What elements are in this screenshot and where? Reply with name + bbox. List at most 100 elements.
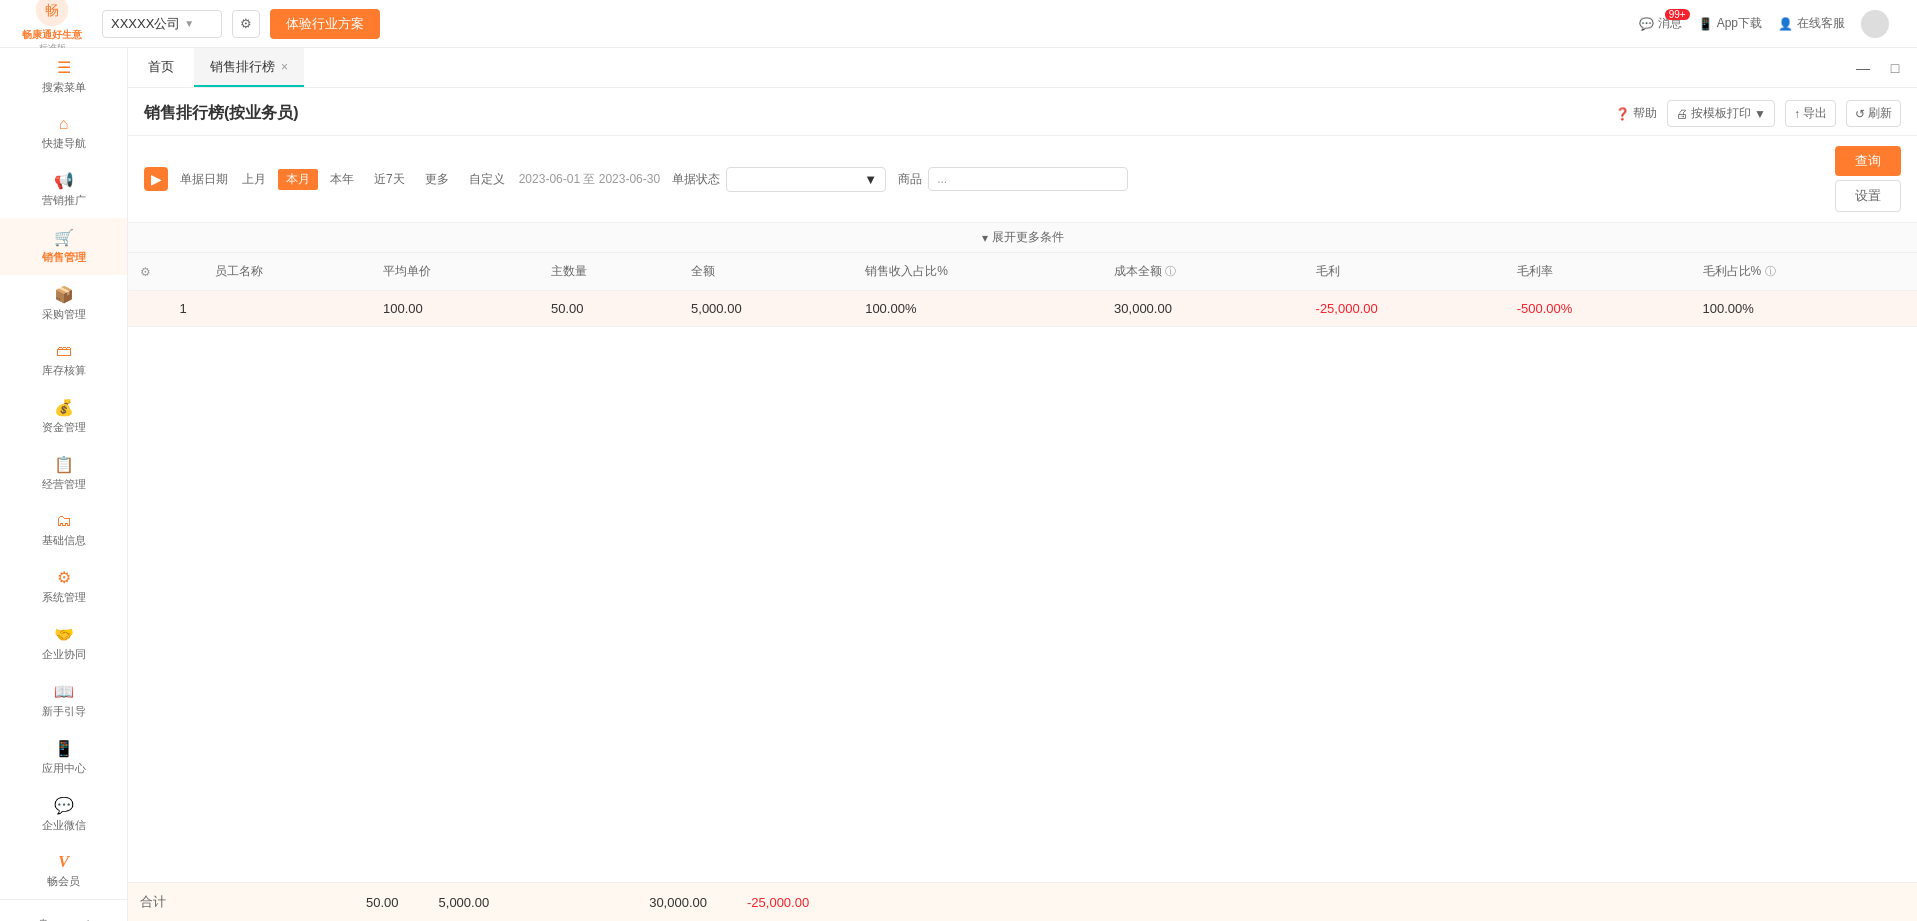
- content-area: 首页 销售排行榜 × — □ 销售排行榜(按业务员): [128, 48, 1917, 921]
- chevron-down-icon: ▼: [184, 18, 194, 29]
- page-header: 销售排行榜(按业务员) ❓ 帮助 🖨 按模板打印 ▼ ↑: [128, 88, 1917, 136]
- sidebar-item-quick-nav[interactable]: ⌂ 快捷导航: [0, 105, 127, 161]
- col-avg-price: 平均单价: [371, 253, 539, 291]
- footer-cost: 30,000.00: [649, 895, 707, 910]
- expand-icon: ▾: [982, 231, 988, 245]
- logo: 畅 畅康通好生意 标准版: [12, 0, 92, 55]
- sidebar-settings-icon[interactable]: ⚙: [30, 910, 58, 921]
- tab-minimize-btn[interactable]: —: [1851, 56, 1875, 80]
- tab-close-icon[interactable]: ×: [281, 60, 288, 74]
- company-selector[interactable]: XXXXX公司 ▼: [102, 10, 222, 38]
- row-settings-cell: [128, 291, 163, 327]
- tab-maximize-btn[interactable]: □: [1883, 56, 1907, 80]
- date-filter-group: 单据日期 上月 本月 本年 近7天 更多 自定义 2023-06-01 至 20…: [180, 169, 660, 190]
- system-icon: ⚙: [57, 568, 71, 587]
- marketing-icon: 📢: [54, 171, 74, 190]
- main-content: 销售排行榜(按业务员) ❓ 帮助 🖨 按模板打印 ▼ ↑: [128, 88, 1917, 921]
- row-qty: 50.00: [539, 291, 679, 327]
- table-container: ⚙ 员工名称 平均单价 主数量 全额 销售收入占比% 成本全额 ⓘ: [128, 253, 1917, 882]
- col-settings-icon[interactable]: ⚙: [128, 253, 163, 291]
- help-icon: ❓: [1615, 107, 1630, 121]
- profit-pct-info-icon[interactable]: ⓘ: [1765, 265, 1776, 277]
- goods-input[interactable]: ...: [928, 167, 1128, 191]
- company-name: XXXXX公司: [111, 15, 180, 33]
- sidebar-item-sales[interactable]: 🛒 销售管理: [0, 218, 127, 275]
- date-range: 2023-06-01 至 2023-06-30: [519, 171, 660, 188]
- vip-icon: V: [58, 853, 69, 871]
- print-button[interactable]: 🖨 按模板打印 ▼: [1667, 100, 1775, 127]
- export-button[interactable]: ↑ 导出: [1785, 100, 1836, 127]
- sidebar-item-marketing[interactable]: 📢 营销推广: [0, 161, 127, 218]
- sidebar-item-system[interactable]: ⚙ 系统管理: [0, 558, 127, 615]
- cost-info-icon[interactable]: ⓘ: [1165, 265, 1176, 277]
- date-tab-7days[interactable]: 近7天: [366, 169, 413, 190]
- top-bar-right: 💬 消息 99+ 📱 App下载 👤 在线客服: [1639, 10, 1905, 38]
- trial-button[interactable]: 体验行业方案: [270, 9, 380, 39]
- sidebar-item-onboarding[interactable]: 📖 新手引导: [0, 672, 127, 729]
- sidebar-item-enterprise-wechat[interactable]: 💬 企业微信: [0, 786, 127, 843]
- table-footer: 合计 50.00 5,000.00 30,000.00 -25,000.00: [128, 882, 1917, 921]
- sidebar-item-purchase[interactable]: 📦 采购管理: [0, 275, 127, 332]
- svg-text:畅: 畅: [45, 2, 59, 18]
- sidebar-item-basic-info[interactable]: 🗂 基础信息: [0, 502, 127, 558]
- purchase-icon: 📦: [54, 285, 74, 304]
- message-button[interactable]: 💬 消息 99+: [1639, 15, 1682, 32]
- operation-icon: 📋: [54, 455, 74, 474]
- header-actions: ❓ 帮助 🖨 按模板打印 ▼ ↑ 导出 ↺: [1615, 100, 1901, 127]
- date-tab-last-month[interactable]: 上月: [234, 169, 274, 190]
- column-settings-button[interactable]: 设置: [1835, 180, 1901, 212]
- sidebar-item-operation[interactable]: 📋 经营管理: [0, 445, 127, 502]
- home-icon: ⌂: [59, 115, 69, 133]
- row-profit: -25,000.00: [1304, 291, 1505, 327]
- sidebar-item-finance[interactable]: 💰 资金管理: [0, 388, 127, 445]
- status-select[interactable]: ▼: [726, 167, 886, 192]
- col-profit-pct: 毛利占比% ⓘ: [1691, 253, 1917, 291]
- basic-info-icon: 🗂: [56, 512, 72, 530]
- onboarding-icon: 📖: [54, 682, 74, 701]
- date-label: 单据日期: [180, 171, 228, 188]
- col-qty: 主数量: [539, 253, 679, 291]
- status-chevron-icon: ▼: [864, 172, 877, 187]
- tab-sales-ranking[interactable]: 销售排行榜 ×: [194, 48, 304, 87]
- tab-actions: — □: [1851, 48, 1917, 87]
- status-filter-group: 单据状态 ▼: [672, 167, 886, 192]
- refresh-button[interactable]: ↺ 刷新: [1846, 100, 1901, 127]
- tab-home[interactable]: 首页: [128, 48, 194, 87]
- sidebar-collapse-icon[interactable]: ◁: [70, 910, 98, 921]
- sidebar-item-inventory[interactable]: 🗃 库存核算: [0, 332, 127, 388]
- page-title: 销售排行榜(按业务员): [144, 103, 299, 124]
- query-button[interactable]: 查询: [1835, 146, 1901, 176]
- date-tab-custom[interactable]: 自定义: [461, 169, 513, 190]
- sidebar-item-search-order[interactable]: ☰ 搜索菜单: [0, 48, 127, 105]
- message-icon: 💬: [1639, 17, 1654, 31]
- date-tab-this-month[interactable]: 本月: [278, 169, 318, 190]
- col-amount: 全额: [679, 253, 853, 291]
- sidebar-item-vip[interactable]: V 畅会员: [0, 843, 127, 899]
- help-button[interactable]: ❓ 帮助: [1615, 105, 1657, 122]
- collab-icon: 🤝: [54, 625, 74, 644]
- col-cost: 成本全额 ⓘ: [1102, 253, 1303, 291]
- sidebar-item-app-center[interactable]: 📱 应用中心: [0, 729, 127, 786]
- print-chevron-icon: ▼: [1754, 107, 1766, 121]
- filter-toggle-button[interactable]: ▶: [144, 167, 168, 191]
- date-tab-this-year[interactable]: 本年: [322, 169, 362, 190]
- footer-qty: 50.00: [366, 895, 399, 910]
- tab-bar: 首页 销售排行榜 × — □: [128, 48, 1917, 88]
- col-rank: [163, 253, 203, 291]
- finance-icon: 💰: [54, 398, 74, 417]
- app-download-button[interactable]: 📱 App下载: [1698, 15, 1762, 32]
- sidebar-bottom: ⚙ ◁: [0, 899, 127, 921]
- goods-label: 商品: [898, 171, 922, 188]
- footer-amount: 5,000.00: [439, 895, 490, 910]
- footer-label: 合计: [140, 893, 166, 911]
- row-avg-price: 100.00: [371, 291, 539, 327]
- app-center-icon: 📱: [54, 739, 74, 758]
- expand-conditions-button[interactable]: ▾ 展开更多条件: [982, 229, 1064, 246]
- online-service-button[interactable]: 👤 在线客服: [1778, 15, 1845, 32]
- settings-icon[interactable]: ⚙: [232, 10, 260, 38]
- goods-filter-group: 商品 ...: [898, 167, 1128, 191]
- service-icon: 👤: [1778, 17, 1793, 31]
- filter-area: ▶ 单据日期 上月 本月 本年 近7天 更多 自定义 2023-: [128, 136, 1917, 223]
- date-tab-more[interactable]: 更多: [417, 169, 457, 190]
- sidebar-item-enterprise-collab[interactable]: 🤝 企业协同: [0, 615, 127, 672]
